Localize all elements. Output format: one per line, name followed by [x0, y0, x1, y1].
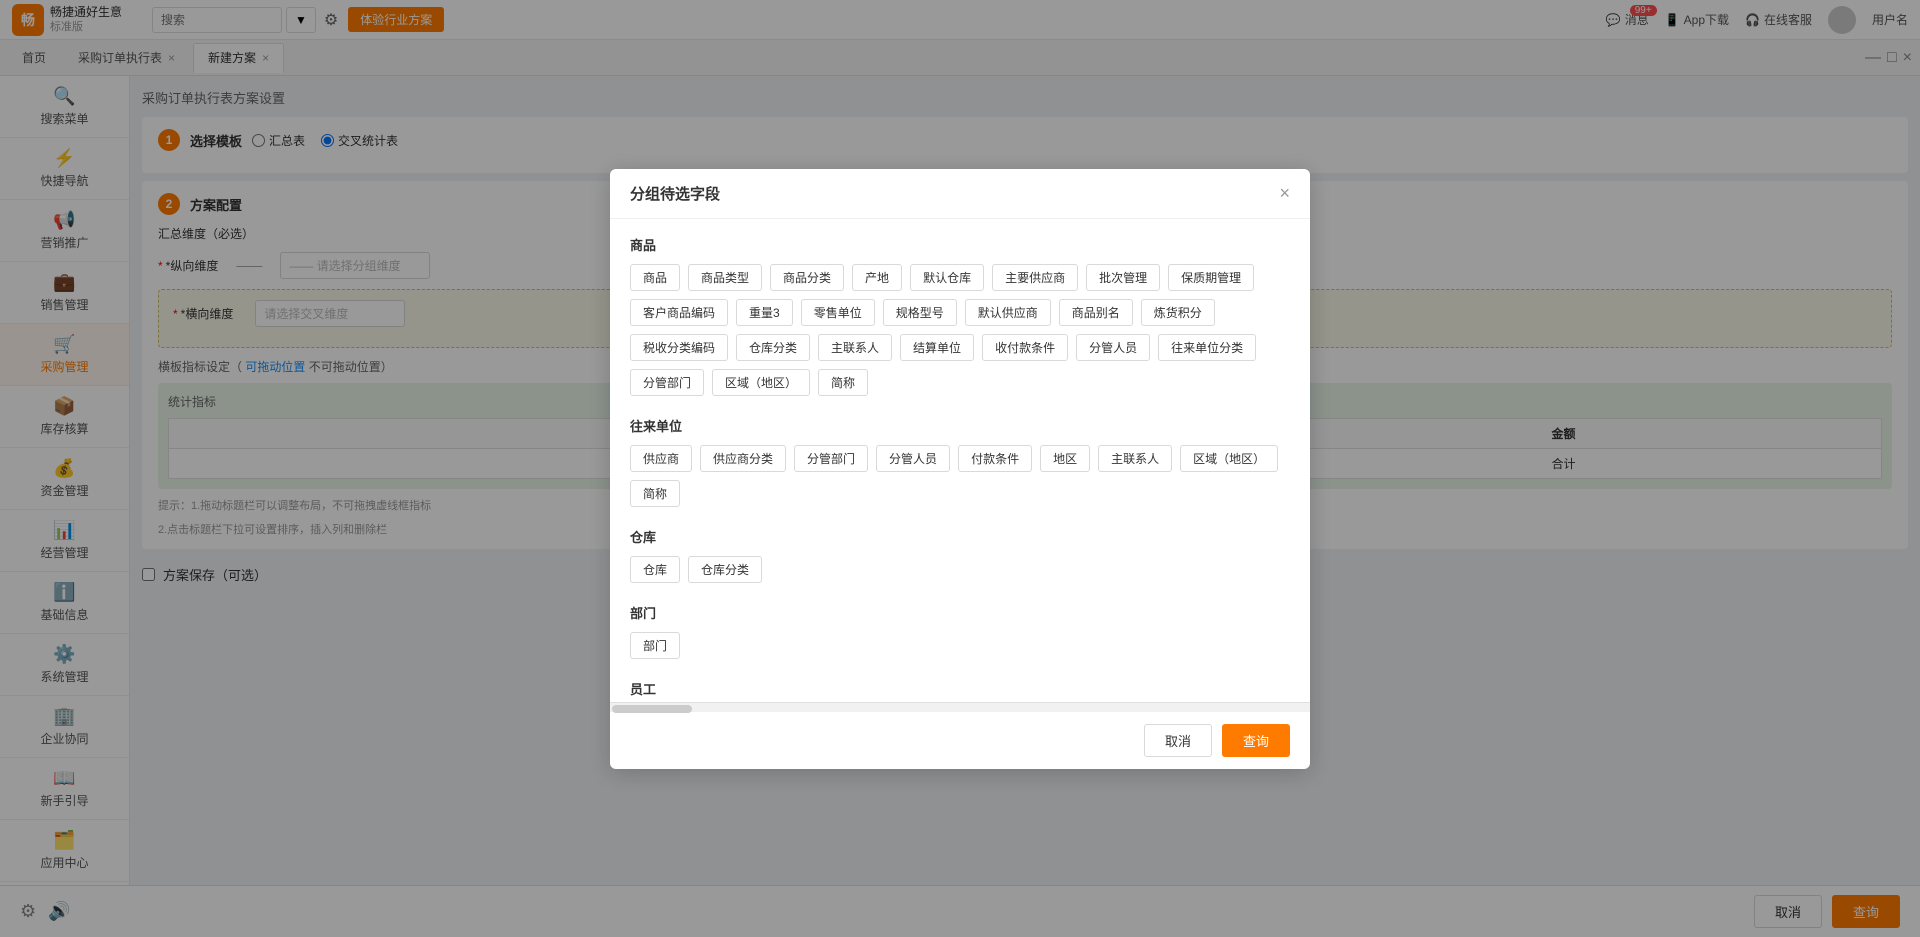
field-tag[interactable]: 地区: [1040, 445, 1090, 472]
field-tag[interactable]: 默认供应商: [965, 299, 1051, 326]
section-goods: 商品 商品 商品类型 商品分类 产地 默认仓库 主要供应商 批次管理 保质期管理…: [630, 235, 1290, 396]
field-tag[interactable]: 主联系人: [818, 334, 892, 361]
modal-overlay[interactable]: 分组待选字段 × 商品 商品 商品类型 商品分类 产地 默认仓库 主要供应商 批…: [0, 0, 1920, 937]
field-tag[interactable]: 分管人员: [876, 445, 950, 472]
modal-body: 商品 商品 商品类型 商品分类 产地 默认仓库 主要供应商 批次管理 保质期管理…: [610, 219, 1310, 702]
section-department: 部门 部门: [630, 603, 1290, 659]
field-tag[interactable]: 区域（地区）: [712, 369, 810, 396]
modal-title: 分组待选字段: [630, 183, 720, 204]
field-tag[interactable]: 税收分类编码: [630, 334, 728, 361]
field-tag[interactable]: 区域（地区）: [1180, 445, 1278, 472]
field-tag[interactable]: 商品: [630, 264, 680, 291]
cancel-button[interactable]: 取消: [1144, 724, 1212, 757]
field-tag[interactable]: 供应商分类: [700, 445, 786, 472]
field-tag[interactable]: 批次管理: [1086, 264, 1160, 291]
modal-scrollbar[interactable]: [610, 702, 1310, 711]
field-tag[interactable]: 主联系人: [1098, 445, 1172, 472]
field-tag[interactable]: 部门: [630, 632, 680, 659]
modal: 分组待选字段 × 商品 商品 商品类型 商品分类 产地 默认仓库 主要供应商 批…: [610, 169, 1310, 769]
field-tag[interactable]: 付款条件: [958, 445, 1032, 472]
confirm-button[interactable]: 查询: [1222, 724, 1290, 757]
field-tag[interactable]: 分管人员: [1076, 334, 1150, 361]
field-tag[interactable]: 商品别名: [1059, 299, 1133, 326]
field-tag[interactable]: 主要供应商: [992, 264, 1078, 291]
modal-footer: 取消 查询: [610, 711, 1310, 769]
section-warehouse: 仓库 仓库 仓库分类: [630, 527, 1290, 583]
section-employee: 员工 业务员: [630, 679, 1290, 702]
field-tag[interactable]: 仓库: [630, 556, 680, 583]
field-tag[interactable]: 客户商品编码: [630, 299, 728, 326]
section-warehouse-tags: 仓库 仓库分类: [630, 556, 1290, 583]
field-tag[interactable]: 结算单位: [900, 334, 974, 361]
field-tag[interactable]: 重量3: [736, 299, 793, 326]
field-tag[interactable]: 简称: [630, 480, 680, 507]
field-tag[interactable]: 保质期管理: [1168, 264, 1254, 291]
section-employee-title: 员工: [630, 679, 1290, 698]
modal-close-btn[interactable]: ×: [1279, 183, 1290, 204]
field-tag[interactable]: 分管部门: [630, 369, 704, 396]
field-tag[interactable]: 供应商: [630, 445, 692, 472]
field-tag[interactable]: 零售单位: [801, 299, 875, 326]
field-tag[interactable]: 仓库分类: [736, 334, 810, 361]
field-tag[interactable]: 商品分类: [770, 264, 844, 291]
field-tag[interactable]: 分管部门: [794, 445, 868, 472]
field-tag[interactable]: 仓库分类: [688, 556, 762, 583]
section-goods-tags: 商品 商品类型 商品分类 产地 默认仓库 主要供应商 批次管理 保质期管理 客户…: [630, 264, 1290, 396]
field-tag[interactable]: 炼货积分: [1141, 299, 1215, 326]
field-tag[interactable]: 往来单位分类: [1158, 334, 1256, 361]
field-tag[interactable]: 收付款条件: [982, 334, 1068, 361]
field-tag[interactable]: 商品类型: [688, 264, 762, 291]
section-partner-tags: 供应商 供应商分类 分管部门 分管人员 付款条件 地区 主联系人 区域（地区） …: [630, 445, 1290, 507]
section-warehouse-title: 仓库: [630, 527, 1290, 546]
section-partner-title: 往来单位: [630, 416, 1290, 435]
section-partner: 往来单位 供应商 供应商分类 分管部门 分管人员 付款条件 地区 主联系人 区域…: [630, 416, 1290, 507]
section-goods-title: 商品: [630, 235, 1290, 254]
field-tag[interactable]: 产地: [852, 264, 902, 291]
field-tag[interactable]: 规格型号: [883, 299, 957, 326]
section-department-title: 部门: [630, 603, 1290, 622]
section-department-tags: 部门: [630, 632, 1290, 659]
modal-header: 分组待选字段 ×: [610, 169, 1310, 219]
field-tag[interactable]: 简称: [818, 369, 868, 396]
field-tag[interactable]: 默认仓库: [910, 264, 984, 291]
